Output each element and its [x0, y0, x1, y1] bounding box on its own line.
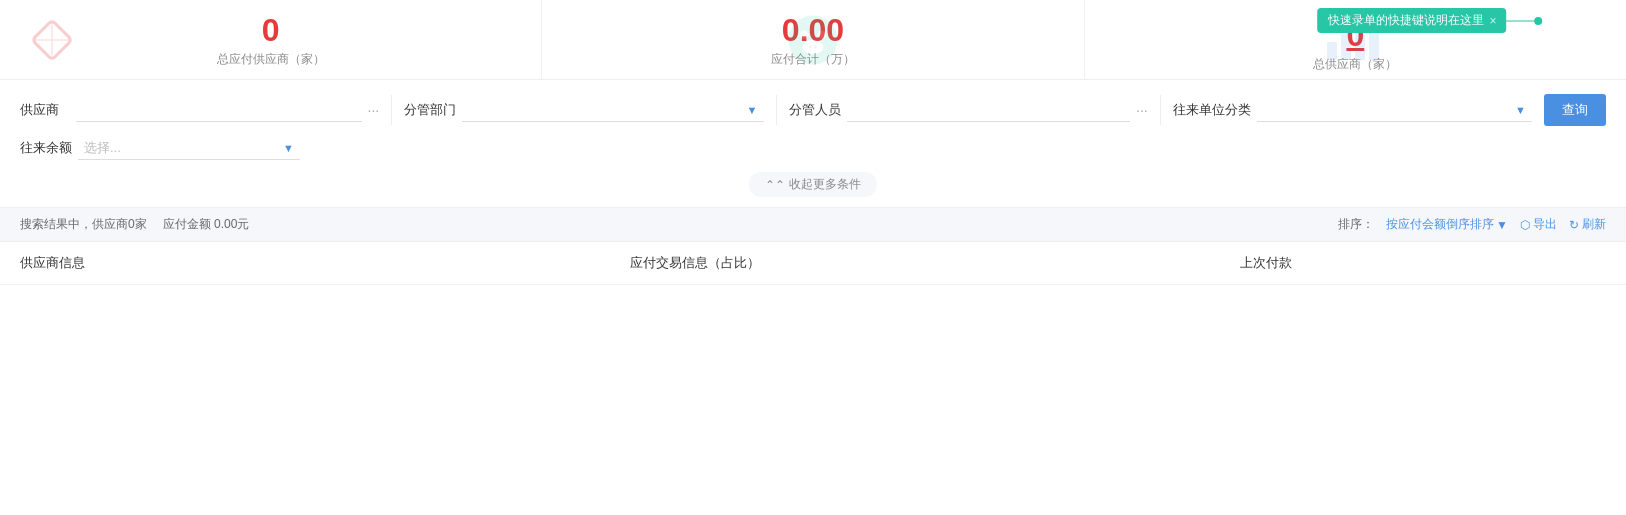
refresh-label: 刷新	[1582, 216, 1606, 233]
col-header-supplier-info: 供应商信息	[20, 254, 630, 272]
search-area: 供应商 ··· 分管部门 ▼ 分管人员 ··· 往来单位分类	[0, 80, 1626, 208]
unit-class-select-wrapper: ▼	[1257, 98, 1532, 122]
export-icon: ⬡	[1520, 218, 1530, 232]
svg-point-4	[800, 30, 809, 39]
export-button[interactable]: ⬡ 导出	[1520, 216, 1557, 233]
query-button[interactable]: 查询	[1544, 94, 1606, 126]
unit-class-label: 往来单位分类	[1173, 101, 1251, 119]
search-row-2: 往来余额 选择... ▼	[20, 136, 1606, 160]
department-field: 分管部门 ▼	[404, 98, 763, 122]
supplier-label: 供应商	[20, 101, 70, 119]
department-select-wrapper: ▼	[462, 98, 763, 122]
collapse-button[interactable]: ⌃⌃ 收起更多条件	[749, 172, 877, 197]
balance-select-wrapper: 选择... ▼	[78, 136, 300, 160]
tooltip-dot	[1535, 17, 1543, 25]
refresh-icon: ↻	[1569, 218, 1579, 232]
collapse-label: 收起更多条件	[789, 176, 861, 193]
unit-class-field: 往来单位分类 ▼	[1173, 98, 1532, 122]
balance-select[interactable]: 选择...	[78, 136, 300, 160]
search-row-1: 供应商 ··· 分管部门 ▼ 分管人员 ··· 往来单位分类	[20, 94, 1606, 126]
stat-total-payable-suppliers: 0 总应付供应商（家）	[0, 0, 542, 79]
divider-1	[391, 95, 392, 125]
tooltip-bubble: 快速录单的快捷键说明在这里 ×	[1318, 8, 1507, 33]
unit-class-select[interactable]	[1257, 98, 1532, 122]
svg-point-7	[809, 45, 812, 48]
table-header: 供应商信息 应付交易信息（占比） 上次付款	[0, 242, 1626, 285]
total-payable-label: 总应付供应商（家）	[217, 51, 325, 68]
result-actions: 排序： 按应付会额倒序排序 ▼ ⬡ 导出 ↻ 刷新	[1338, 216, 1606, 233]
tooltip-close-btn[interactable]: ×	[1490, 14, 1497, 28]
piggy-icon	[785, 12, 841, 68]
supplier-field: 供应商 ···	[20, 98, 379, 122]
person-label: 分管人员	[789, 101, 841, 119]
collapse-row: ⌃⌃ 收起更多条件	[20, 166, 1606, 207]
person-input[interactable]	[847, 98, 1131, 122]
refresh-button[interactable]: ↻ 刷新	[1569, 216, 1606, 233]
stat-total-suppliers: 快速录单的快捷键说明在这里 × 0 总供应商（家）	[1085, 0, 1626, 79]
result-amount: 应付金额 0.00元	[163, 216, 250, 233]
result-bar: 搜索结果中，供应商0家 应付金额 0.00元 排序： 按应付会额倒序排序 ▼ ⬡…	[0, 208, 1626, 242]
svg-rect-9	[1327, 42, 1337, 60]
divider-3	[1160, 95, 1161, 125]
collapse-up-icon: ⌃⌃	[765, 178, 785, 192]
stat-payable-total: 0.00 应付合计（万）	[542, 0, 1084, 79]
department-select[interactable]	[462, 98, 763, 122]
table-area: 供应商信息 应付交易信息（占比） 上次付款	[0, 242, 1626, 515]
sort-option-label: 按应付会额倒序排序	[1386, 216, 1494, 233]
svg-point-5	[817, 30, 826, 39]
table-body	[0, 285, 1626, 515]
sort-label: 排序：	[1338, 216, 1374, 233]
result-supplier-count: 搜索结果中，供应商0家	[20, 216, 147, 233]
col-header-trade-info: 应付交易信息（占比）	[630, 254, 1240, 272]
svg-point-8	[814, 45, 817, 48]
export-label: 导出	[1533, 216, 1557, 233]
supplier-more-btn[interactable]: ···	[368, 102, 380, 118]
col-header-last-payment: 上次付款	[1240, 254, 1606, 272]
diamond-logo-icon	[30, 18, 74, 62]
total-payable-number: 0	[262, 11, 280, 49]
svg-point-6	[802, 40, 823, 54]
stats-bar: 0 总应付供应商（家） 0.00 应付合计（万） 快速录单的快捷键说明在这里 ×	[0, 0, 1626, 80]
supplier-input[interactable]	[76, 98, 362, 122]
balance-label: 往来余额	[20, 139, 72, 157]
department-label: 分管部门	[404, 101, 456, 119]
person-more-btn[interactable]: ···	[1136, 102, 1148, 118]
balance-field: 往来余额 选择... ▼	[20, 136, 300, 160]
sort-select-wrapper[interactable]: 按应付会额倒序排序 ▼	[1386, 216, 1508, 233]
person-field: 分管人员 ···	[789, 98, 1148, 122]
sort-arrow-icon: ▼	[1496, 218, 1508, 232]
svg-rect-10	[1341, 34, 1351, 60]
tooltip-text: 快速录单的快捷键说明在这里	[1328, 12, 1484, 29]
divider-2	[776, 95, 777, 125]
result-info: 搜索结果中，供应商0家 应付金额 0.00元	[20, 216, 249, 233]
